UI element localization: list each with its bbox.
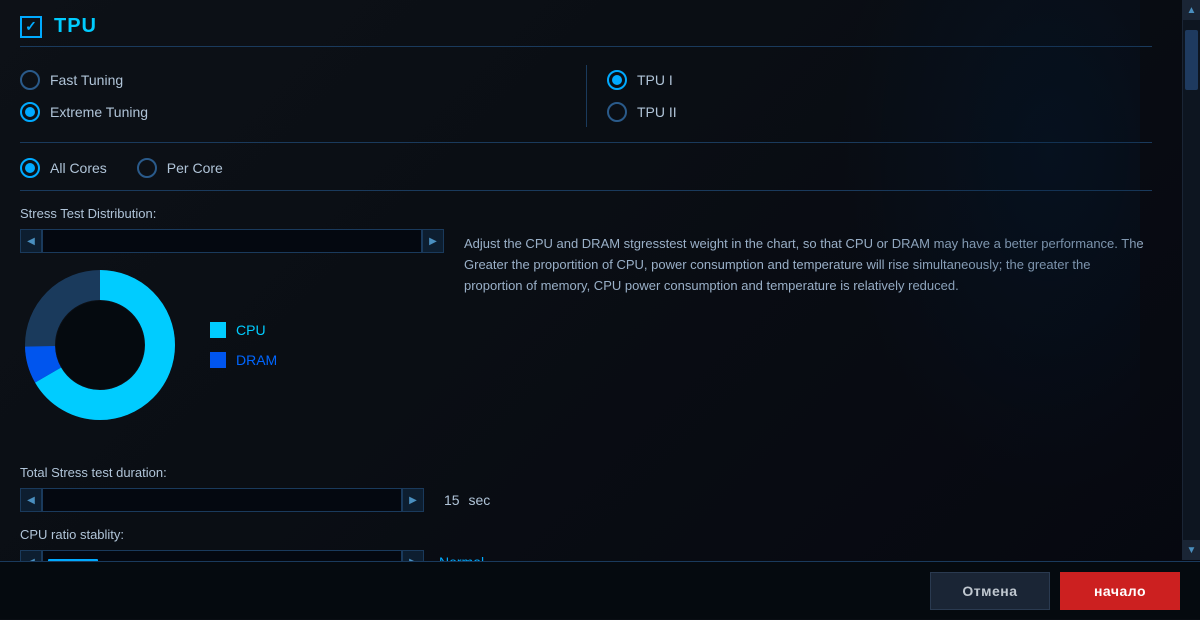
scrollbar-thumb[interactable] bbox=[1185, 30, 1198, 90]
duration-slider-left-arrow[interactable]: ◀ bbox=[20, 488, 42, 512]
legend-container: CPU DRAM bbox=[210, 265, 277, 425]
per-core-radio[interactable] bbox=[137, 158, 157, 178]
tuning-right-column: TPU I TPU II bbox=[586, 65, 1152, 127]
tpu-i-radio-dot bbox=[612, 75, 622, 85]
extreme-tuning-radio-dot bbox=[25, 107, 35, 117]
stress-slider-track[interactable] bbox=[42, 229, 422, 253]
tpu-i-radio[interactable] bbox=[607, 70, 627, 90]
page-title: TPU bbox=[54, 15, 97, 38]
start-button[interactable]: начало bbox=[1060, 572, 1180, 610]
stress-left: ◀ ▶ bbox=[20, 229, 444, 450]
all-cores-option[interactable]: All Cores bbox=[20, 158, 107, 178]
tpu-ii-option[interactable]: TPU II bbox=[607, 102, 1152, 122]
cancel-button[interactable]: Отмена bbox=[930, 572, 1050, 610]
dram-legend-item[interactable]: DRAM bbox=[210, 352, 277, 368]
dram-legend-label: DRAM bbox=[236, 352, 277, 368]
content-area: TPU Fast Tuning Extreme Tuning bbox=[0, 0, 1182, 620]
duration-section: Total Stress test duration: ◀ ▶ 15 sec bbox=[20, 465, 1152, 512]
fast-tuning-label: Fast Tuning bbox=[50, 72, 123, 88]
bottom-bar: Отмена начало bbox=[0, 561, 1200, 619]
tpu-i-option[interactable]: TPU I bbox=[607, 70, 1152, 90]
extreme-tuning-radio[interactable] bbox=[20, 102, 40, 122]
all-cores-radio[interactable] bbox=[20, 158, 40, 178]
dram-color-swatch bbox=[210, 352, 226, 368]
duration-number: 15 bbox=[444, 492, 460, 508]
duration-slider-track[interactable] bbox=[42, 488, 402, 512]
all-cores-label: All Cores bbox=[50, 160, 107, 176]
stress-slider-right-arrow[interactable]: ▶ bbox=[422, 229, 444, 253]
duration-row: ◀ ▶ 15 sec bbox=[20, 488, 1152, 512]
per-core-option[interactable]: Per Core bbox=[137, 158, 223, 178]
stress-label: Stress Test Distribution: bbox=[20, 206, 1152, 221]
ratio-label: CPU ratio stablity: bbox=[20, 527, 1152, 542]
duration-label: Total Stress test duration: bbox=[20, 465, 1152, 480]
per-core-label: Per Core bbox=[167, 160, 223, 176]
tuning-left-column: Fast Tuning Extreme Tuning bbox=[20, 65, 586, 127]
chart-area: CPU DRAM bbox=[20, 265, 444, 435]
stress-description: Adjust the CPU and DRAM stgresstest weig… bbox=[464, 229, 1152, 450]
duration-unit: sec bbox=[468, 492, 490, 508]
scrollbar[interactable]: ▲ ▼ bbox=[1182, 0, 1200, 560]
tpu-ii-label: TPU II bbox=[637, 104, 677, 120]
fast-tuning-radio[interactable] bbox=[20, 70, 40, 90]
cpu-legend-label: CPU bbox=[236, 322, 266, 338]
stress-slider-left-arrow[interactable]: ◀ bbox=[20, 229, 42, 253]
header-row: TPU bbox=[20, 15, 1152, 47]
stress-section: Stress Test Distribution: ◀ ▶ bbox=[20, 206, 1152, 450]
duration-slider-right-arrow[interactable]: ▶ bbox=[402, 488, 424, 512]
stress-slider-container: ◀ ▶ bbox=[20, 229, 444, 253]
cores-row: All Cores Per Core bbox=[20, 158, 1152, 191]
donut-chart bbox=[20, 265, 180, 425]
donut-svg bbox=[20, 265, 180, 425]
duration-value: 15 sec bbox=[439, 492, 499, 508]
tpu-i-label: TPU I bbox=[637, 72, 673, 88]
tpu-ii-radio[interactable] bbox=[607, 102, 627, 122]
tuning-options-grid: Fast Tuning Extreme Tuning TPU I bbox=[20, 65, 1152, 143]
stress-content: ◀ ▶ bbox=[20, 229, 1152, 450]
fast-tuning-option[interactable]: Fast Tuning bbox=[20, 70, 586, 90]
scroll-up-arrow[interactable]: ▲ bbox=[1183, 0, 1200, 20]
cpu-legend-item[interactable]: CPU bbox=[210, 322, 277, 338]
main-container: ▲ ▼ TPU Fast Tuning Extre bbox=[0, 0, 1200, 619]
cpu-color-swatch bbox=[210, 322, 226, 338]
extreme-tuning-label: Extreme Tuning bbox=[50, 104, 148, 120]
scrollbar-track bbox=[1183, 20, 1200, 540]
all-cores-radio-dot bbox=[25, 163, 35, 173]
scroll-down-arrow[interactable]: ▼ bbox=[1183, 540, 1200, 560]
extreme-tuning-option[interactable]: Extreme Tuning bbox=[20, 102, 586, 122]
tpu-checkbox[interactable] bbox=[20, 16, 42, 38]
